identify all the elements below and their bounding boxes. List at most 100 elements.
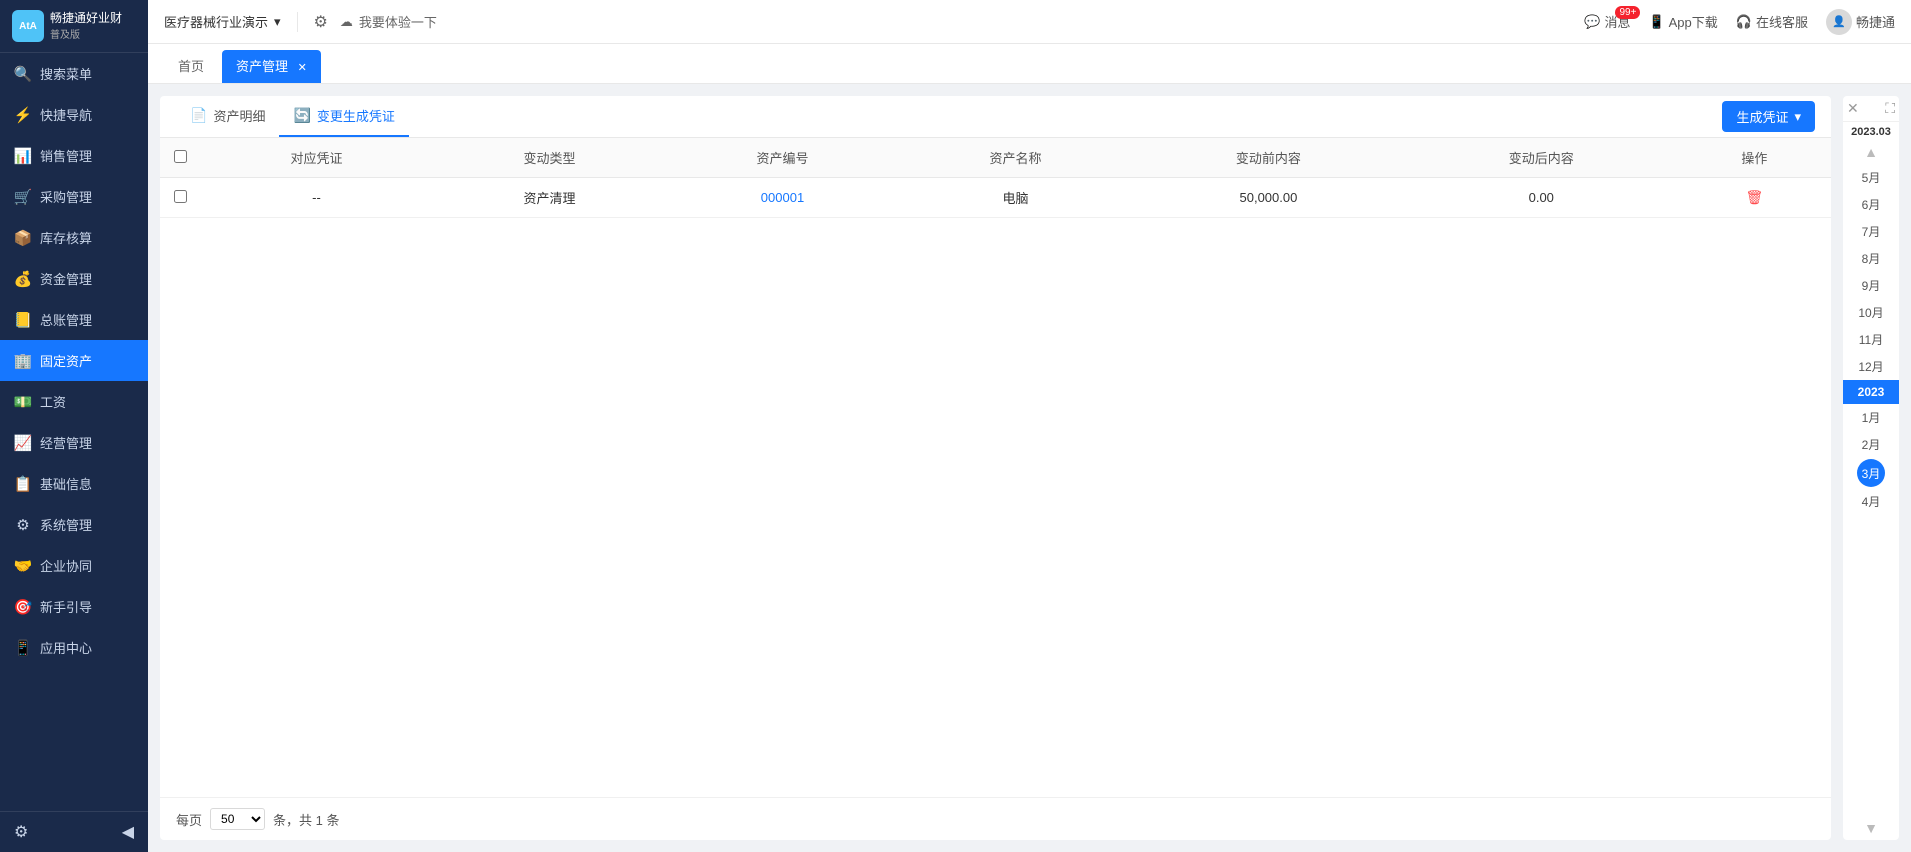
sidebar-icon-base-info: 📋: [14, 475, 32, 493]
sidebar-item-fixed-assets[interactable]: 🏢 固定资产: [0, 340, 148, 381]
sidebar-item-search[interactable]: 🔍 搜索菜单: [0, 53, 148, 94]
row-voucher-0: --: [200, 178, 433, 218]
sub-tabs: 📄 资产明细 🔄 变更生成凭证 生成凭证 ▾: [160, 96, 1831, 138]
date-panel: ✕ ⛶ 2023.03 ▲ 5月6月7月8月9月10月11月12月20231月2…: [1843, 96, 1899, 840]
settings-icon[interactable]: ⚙: [314, 12, 328, 32]
col-before-change: 变动前内容: [1132, 138, 1405, 178]
customer-service-button[interactable]: 🎧 在线客服: [1736, 12, 1808, 31]
tab-asset-management[interactable]: 资产管理 ✕: [222, 50, 321, 83]
message-button[interactable]: 💬 消息 99+: [1584, 12, 1630, 31]
sidebar-label-ledger: 总账管理: [40, 310, 92, 329]
sidebar-item-system[interactable]: ⚙ 系统管理: [0, 504, 148, 545]
sidebar-item-salary[interactable]: 💵 工资: [0, 381, 148, 422]
pagination: 每页 50 10 20 100 条，共 1 条: [160, 797, 1831, 840]
logo-icon: AtA: [12, 10, 44, 42]
date-year-item[interactable]: 2023: [1843, 380, 1899, 404]
date-month-item[interactable]: 6月: [1843, 191, 1899, 218]
date-month-item[interactable]: 7月: [1843, 218, 1899, 245]
sidebar-item-base-info[interactable]: 📋 基础信息: [0, 463, 148, 504]
user-profile[interactable]: 👤 畅捷通: [1826, 9, 1895, 35]
sub-tab-change-voucher[interactable]: 🔄 变更生成凭证: [279, 96, 408, 137]
page-size-label: 每页: [176, 810, 202, 829]
sidebar-item-guide[interactable]: 🎯 新手引导: [0, 586, 148, 627]
current-date-label: 2023.03: [1843, 122, 1899, 140]
sidebar-item-ledger[interactable]: 📒 总账管理: [0, 299, 148, 340]
date-month-item[interactable]: 8月: [1843, 245, 1899, 272]
col-asset-no: 资产编号: [666, 138, 899, 178]
total-text: 条，共 1 条: [273, 810, 339, 829]
sidebar-label-system: 系统管理: [40, 515, 92, 534]
dropdown-icon: ▾: [274, 14, 281, 30]
date-up-arrow[interactable]: ▲: [1864, 140, 1878, 164]
company-name: 医疗器械行业演示: [164, 12, 268, 31]
col-action: 操作: [1678, 138, 1831, 178]
sidebar-icon-sales: 📊: [14, 147, 32, 165]
row-change-type-0: 资产清理: [433, 178, 666, 218]
sidebar-label-base-info: 基础信息: [40, 474, 92, 493]
row-select-0[interactable]: [174, 190, 187, 203]
close-icon[interactable]: ✕: [1847, 100, 1859, 117]
tab-home[interactable]: 首页: [164, 50, 218, 83]
date-month-item[interactable]: 11月: [1843, 326, 1899, 353]
date-month-item[interactable]: 2月: [1843, 431, 1899, 458]
settings-icon[interactable]: ⚙: [14, 822, 28, 842]
date-month-item[interactable]: 3月: [1857, 459, 1885, 487]
date-panel-header: ✕ ⛶: [1843, 96, 1899, 122]
logo-text: 畅捷通好业财: [50, 11, 122, 27]
sub-tab-asset-detail[interactable]: 📄 资产明细: [176, 96, 279, 137]
topbar: 医疗器械行业演示 ▾ ⚙ ☁ 我要体验一下 💬 消息 99+ 📱 App下载 🎧…: [148, 0, 1911, 44]
refresh-icon: 🔄: [293, 107, 310, 124]
table-container: 对应凭证 变动类型 资产编号 资产名称 变动前内容 变动后内容 操作 -- 资产…: [160, 138, 1831, 797]
avatar: 👤: [1826, 9, 1852, 35]
username: 畅捷通: [1856, 12, 1895, 31]
phone-icon: 📱: [1648, 14, 1664, 30]
row-asset-name-0: 电脑: [899, 178, 1132, 218]
sidebar-item-finance[interactable]: 💰 资金管理: [0, 258, 148, 299]
sidebar-bottom: ⚙ ◀: [0, 811, 148, 852]
experience-link[interactable]: ☁ 我要体验一下: [340, 12, 437, 31]
company-selector[interactable]: 医疗器械行业演示 ▾: [164, 12, 281, 31]
sidebar-icon-app-center: 📱: [14, 639, 32, 657]
app-download-button[interactable]: 📱 App下载: [1648, 12, 1717, 31]
sidebar-icon-operation: 📈: [14, 434, 32, 452]
sidebar-item-sales[interactable]: 📊 销售管理: [0, 135, 148, 176]
date-month-item[interactable]: 10月: [1843, 299, 1899, 326]
date-month-item[interactable]: 1月: [1843, 404, 1899, 431]
date-month-item[interactable]: 5月: [1843, 164, 1899, 191]
topbar-right: 💬 消息 99+ 📱 App下载 🎧 在线客服 👤 畅捷通: [1584, 9, 1895, 35]
sidebar-label-guide: 新手引导: [40, 597, 92, 616]
expand-icon[interactable]: ⛶: [1885, 100, 1895, 117]
sidebar-label-search: 搜索菜单: [40, 64, 92, 83]
sidebar-item-inventory[interactable]: 📦 库存核算: [0, 217, 148, 258]
sidebar-label-quick-nav: 快捷导航: [40, 105, 92, 124]
date-month-item[interactable]: 9月: [1843, 272, 1899, 299]
collapse-icon[interactable]: ◀: [122, 822, 134, 842]
sidebar-item-app-center[interactable]: 📱 应用中心: [0, 627, 148, 668]
select-all-checkbox[interactable]: [174, 150, 187, 163]
row-delete-icon-0[interactable]: 🗑: [1745, 189, 1763, 205]
sidebar-item-operation[interactable]: 📈 经营管理: [0, 422, 148, 463]
sidebar-item-purchase[interactable]: 🛒 采购管理: [0, 176, 148, 217]
sidebar-label-app-center: 应用中心: [40, 638, 92, 657]
generate-label: 生成凭证: [1736, 107, 1788, 126]
sidebar-label-purchase: 采购管理: [40, 187, 92, 206]
logo-abbr: AtA: [19, 21, 37, 32]
sidebar-icon-ledger: 📒: [14, 311, 32, 329]
logo-area: AtA 畅捷通好业财 普及版: [0, 0, 148, 53]
sidebar-icon-guide: 🎯: [14, 598, 32, 616]
main-area: 医疗器械行业演示 ▾ ⚙ ☁ 我要体验一下 💬 消息 99+ 📱 App下载 🎧…: [148, 0, 1911, 852]
date-down-arrow[interactable]: ▼: [1864, 816, 1878, 840]
generate-voucher-button[interactable]: 生成凭证 ▾: [1722, 101, 1815, 132]
sidebar-label-salary: 工资: [40, 392, 66, 411]
change-table: 对应凭证 变动类型 资产编号 资产名称 变动前内容 变动后内容 操作 -- 资产…: [160, 138, 1831, 218]
page-size-select[interactable]: 50 10 20 100: [210, 808, 265, 830]
sidebar-icon-fixed-assets: 🏢: [14, 352, 32, 370]
sidebar-item-quick-nav[interactable]: ⚡ 快捷导航: [0, 94, 148, 135]
tab-close-icon[interactable]: ✕: [298, 62, 307, 74]
date-month-item[interactable]: 12月: [1843, 353, 1899, 380]
customer-service-label: 在线客服: [1756, 12, 1808, 31]
date-scroll: 5月6月7月8月9月10月11月12月20231月2月3月4月: [1843, 164, 1899, 816]
sidebar-item-enterprise[interactable]: 🤝 企业协同: [0, 545, 148, 586]
date-month-item[interactable]: 4月: [1843, 488, 1899, 515]
sidebar-icon-search: 🔍: [14, 65, 32, 83]
